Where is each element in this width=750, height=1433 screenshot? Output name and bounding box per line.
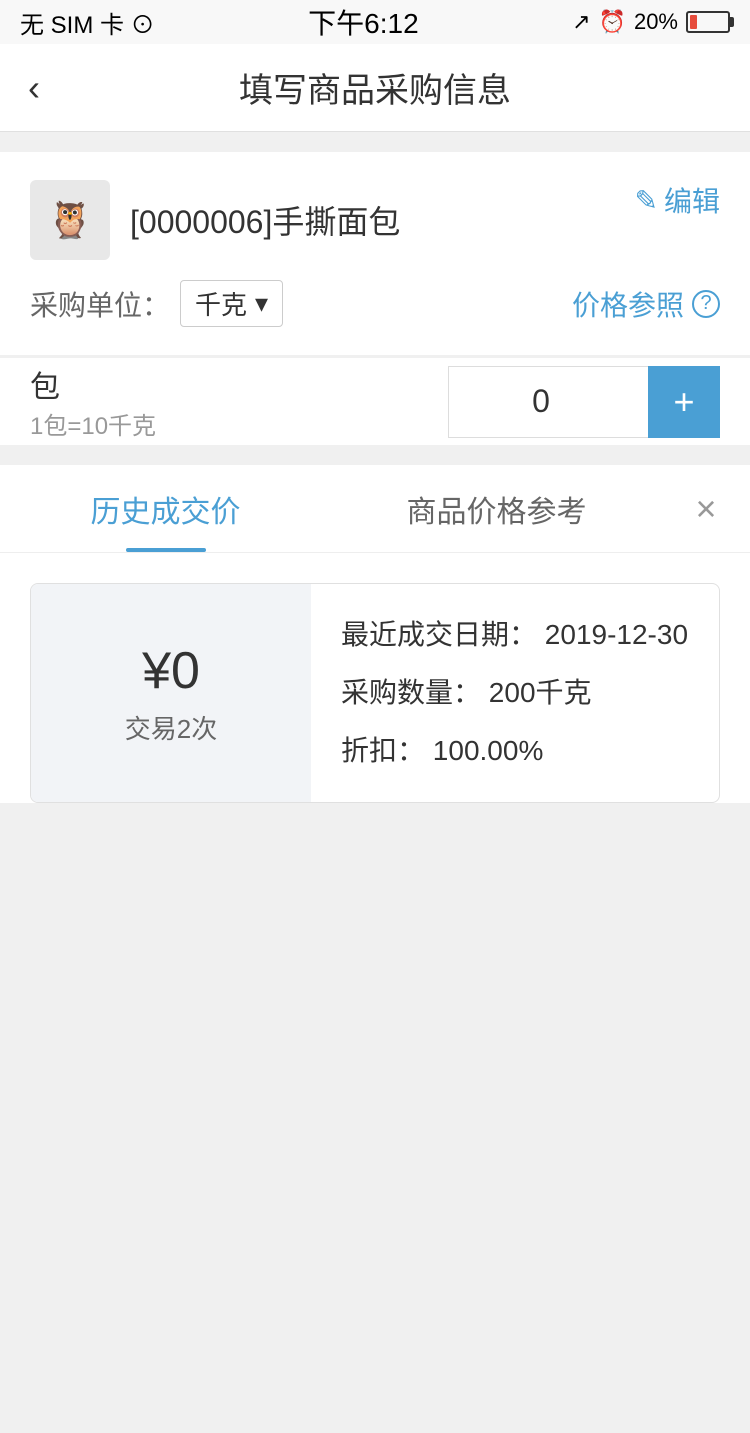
- back-button[interactable]: ‹: [28, 67, 40, 109]
- history-purchase-qty: 采购数量： 200千克: [341, 672, 689, 714]
- battery-icon: [686, 11, 730, 33]
- product-logo-icon: 🦉: [48, 199, 93, 241]
- tab-history-label: 历史成交价: [91, 487, 241, 531]
- product-unit-row: 采购单位： 千克 ▾ 价格参照 ?: [30, 280, 720, 327]
- quantity-input-group: +: [448, 366, 720, 438]
- tab-close-button[interactable]: ×: [662, 465, 750, 553]
- history-trades-count: 交易2次: [125, 709, 217, 746]
- discount-label: 折扣：: [341, 735, 425, 766]
- product-thumbnail: 🦉: [30, 180, 110, 260]
- price-reference-button[interactable]: 价格参照 ?: [572, 284, 720, 324]
- quantity-conversion-label: 1包=10千克: [30, 406, 156, 441]
- price-ref-label: 价格参照: [572, 284, 684, 324]
- tab-history-price[interactable]: 历史成交价: [0, 465, 331, 552]
- nav-bar: ‹ 填写商品采购信息: [0, 44, 750, 132]
- history-discount: 折扣： 100.00%: [341, 730, 689, 772]
- quantity-plus-button[interactable]: +: [648, 366, 720, 438]
- quantity-label-group: 包 1包=10千克: [30, 362, 156, 441]
- purchase-qty-value: 200千克: [489, 677, 592, 708]
- tab-active-indicator: [126, 548, 206, 552]
- purchase-qty-label: 采购数量：: [341, 677, 481, 708]
- page-title: 填写商品采购信息: [239, 63, 511, 112]
- history-details-section: 最近成交日期： 2019-12-30 采购数量： 200千克 折扣： 100.0…: [311, 584, 719, 802]
- alarm-icon: ⏰: [599, 9, 626, 35]
- battery-fill: [690, 15, 697, 29]
- tab-product-price-label: 商品价格参考: [407, 487, 587, 531]
- discount-value: 100.00%: [433, 735, 544, 766]
- sim-signal: 无 SIM 卡 ⊙: [20, 5, 155, 40]
- battery-percent: 20%: [634, 9, 678, 35]
- history-recent-date: 最近成交日期： 2019-12-30: [341, 614, 689, 656]
- status-left: 无 SIM 卡 ⊙: [20, 5, 155, 40]
- question-mark: ?: [700, 292, 711, 315]
- quantity-input[interactable]: [448, 366, 648, 438]
- quantity-unit-label: 包: [30, 362, 156, 406]
- tabs-container: 历史成交价 商品价格参考 × ¥0 交易2次 最近成交日期： 2019-12-3…: [0, 465, 750, 803]
- location-icon: ↗: [572, 9, 590, 35]
- product-name: [0000006]手撕面包: [130, 197, 400, 243]
- history-price-value: ¥0: [142, 641, 200, 701]
- chevron-down-icon: ▾: [255, 288, 268, 319]
- history-card: ¥0 交易2次 最近成交日期： 2019-12-30 采购数量： 200千克 折…: [30, 583, 720, 803]
- product-card: 🦉 [0000006]手撕面包 ✎ 编辑 采购单位： 千克 ▾ 价格参照 ?: [0, 152, 750, 355]
- status-time: 下午6:12: [308, 2, 419, 42]
- main-content-area: [0, 833, 750, 1433]
- tab-product-price-ref[interactable]: 商品价格参考: [331, 465, 662, 552]
- recent-date-label: 最近成交日期：: [341, 619, 537, 650]
- recent-date-value: 2019-12-30: [545, 619, 688, 650]
- status-bar: 无 SIM 卡 ⊙ 下午6:12 ↗ ⏰ 20%: [0, 0, 750, 44]
- tabs-header: 历史成交价 商品价格参考 ×: [0, 465, 750, 553]
- unit-select-dropdown[interactable]: 千克 ▾: [180, 280, 283, 327]
- edit-button[interactable]: ✎ 编辑: [635, 180, 720, 220]
- help-icon[interactable]: ?: [692, 290, 720, 318]
- product-left: 🦉 [0000006]手撕面包: [30, 180, 400, 260]
- edit-icon: ✎: [635, 184, 658, 217]
- product-header: 🦉 [0000006]手撕面包 ✎ 编辑: [30, 180, 720, 260]
- status-right: ↗ ⏰ 20%: [572, 9, 730, 35]
- unit-value: 千克: [195, 285, 247, 322]
- history-price-section: ¥0 交易2次: [31, 584, 311, 802]
- unit-label: 采购单位：: [30, 284, 170, 324]
- edit-label: 编辑: [664, 180, 720, 220]
- quantity-row: 包 1包=10千克 +: [0, 357, 750, 445]
